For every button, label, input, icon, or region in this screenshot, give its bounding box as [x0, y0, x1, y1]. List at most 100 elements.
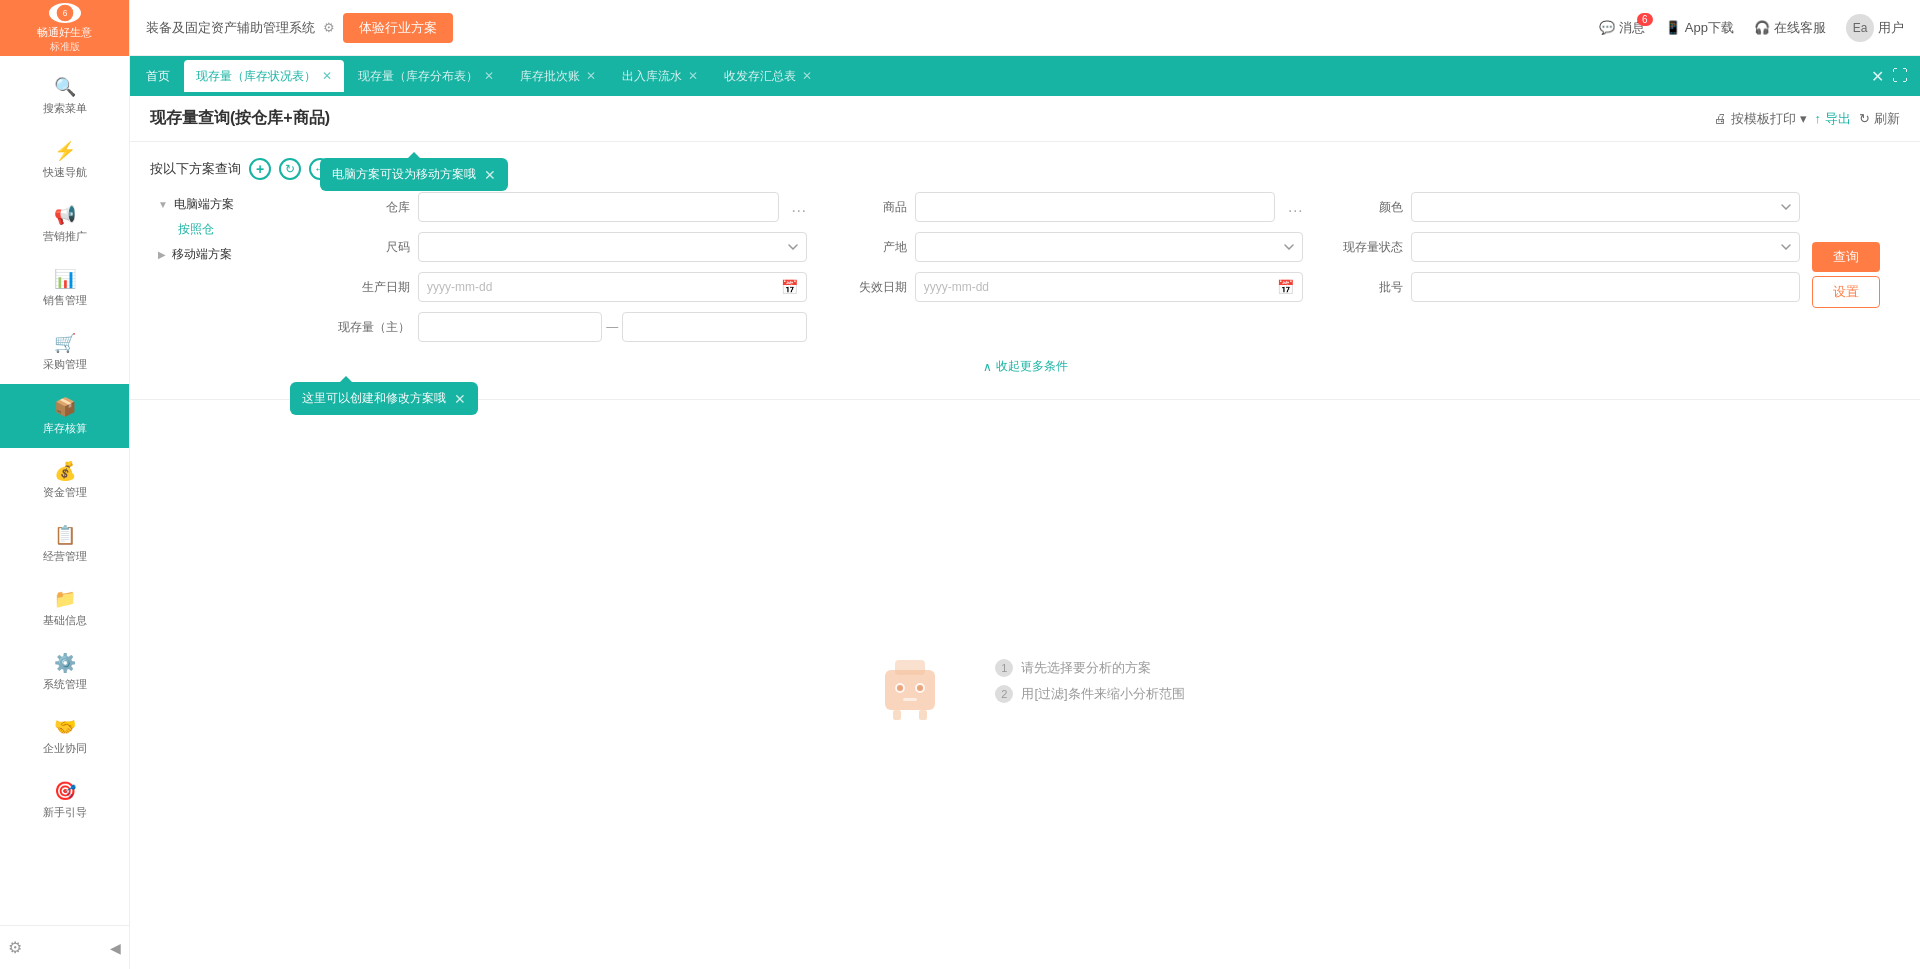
app-version: 标准版	[50, 40, 80, 54]
prod-date-start[interactable]: yyyy-mm-dd 📅	[418, 272, 807, 302]
filter-field-goods: 商品 …	[827, 192, 1304, 222]
tab-close-inventory-status[interactable]: ✕	[322, 69, 332, 83]
expire-date-start[interactable]: yyyy-mm-dd 📅	[915, 272, 1304, 302]
filter-row-1: 仓库 … 商品 … 颜色	[330, 192, 1800, 222]
message-icon: 💬	[1599, 20, 1615, 35]
goods-more-icon[interactable]: …	[1287, 198, 1303, 216]
tab-close-recv-summary[interactable]: ✕	[802, 69, 812, 83]
sidebar-item-marketing[interactable]: 📢 营销推广	[0, 192, 129, 256]
sidebar-item-operations[interactable]: 📋 经营管理	[0, 512, 129, 576]
field-label-stock-status: 现存量状态	[1323, 239, 1403, 256]
tab-recv-summary[interactable]: 收发存汇总表 ✕	[712, 60, 824, 92]
warehouse-more-icon[interactable]: …	[791, 198, 807, 216]
calendar-icon-prod-start: 📅	[781, 279, 798, 295]
filter-header: 按以下方案查询 + ↻ ← 电脑方案可设为移动方案哦 ✕	[150, 158, 1900, 180]
btn-export[interactable]: ↑ 导出	[1815, 110, 1852, 128]
stock-qty-max[interactable]	[622, 312, 806, 342]
export-icon: ↑	[1815, 111, 1822, 126]
tab-inventory-status[interactable]: 现存量（库存状况表） ✕	[184, 60, 344, 92]
svg-point-7	[917, 685, 923, 691]
tab-inventory-dist[interactable]: 现存量（库存分布表） ✕	[346, 60, 506, 92]
origin-select[interactable]	[915, 232, 1304, 262]
filter-fields-container: 仓库 … 商品 … 颜色	[330, 192, 1900, 342]
sidebar-item-guide[interactable]: 🎯 新手引导	[0, 768, 129, 832]
collapse-button[interactable]: ∧ 收起更多条件	[983, 358, 1068, 375]
filter-field-batch: 批号	[1323, 272, 1800, 302]
scheme-mobile[interactable]: ▶ 移动端方案	[150, 242, 310, 267]
stock-status-select[interactable]	[1411, 232, 1800, 262]
btn-industry[interactable]: 体验行业方案	[343, 13, 453, 43]
collapse-row: ∧ 收起更多条件	[150, 350, 1900, 383]
btn-template-print[interactable]: 🖨 按模板打印 ▾	[1714, 110, 1807, 128]
chevron-up-icon: ∧	[983, 360, 992, 374]
warehouse-input[interactable]	[418, 192, 779, 222]
sidebar-item-finance[interactable]: 💰 资金管理	[0, 448, 129, 512]
scheme-pc[interactable]: ▼ 电脑端方案	[150, 192, 310, 217]
stock-qty-min[interactable]	[418, 312, 602, 342]
filter-row-3: 生产日期 yyyy-mm-dd 📅 失效日期 yyyy-mm-dd 📅	[330, 272, 1800, 302]
sidebar-bottom: ⚙ ◀	[0, 925, 129, 969]
btn-reset[interactable]: 设置	[1812, 276, 1880, 308]
tab-inout-flow[interactable]: 出入库流水 ✕	[610, 60, 710, 92]
btn-refresh[interactable]: ↻ 刷新	[1859, 110, 1900, 128]
tab-close-batch-account[interactable]: ✕	[586, 69, 596, 83]
tab-expand[interactable]: ⛶	[1892, 67, 1908, 85]
mobile-icon: 📱	[1665, 20, 1681, 35]
tab-close-inout-flow[interactable]: ✕	[688, 69, 698, 83]
collapse-sidebar-icon[interactable]: ◀	[110, 940, 121, 956]
filter-field-expire-date: 失效日期 yyyy-mm-dd 📅	[827, 272, 1304, 302]
svg-rect-2	[885, 670, 935, 710]
settings-dropdown-icon[interactable]: ⚙	[323, 20, 335, 35]
settings-icon[interactable]: ⚙	[8, 938, 22, 957]
filter-label: 按以下方案查询	[150, 160, 241, 178]
sidebar-item-purchase[interactable]: 🛒 采购管理	[0, 320, 129, 384]
svg-point-6	[897, 685, 903, 691]
page-title: 现存量查询(按仓库+商品)	[150, 108, 330, 129]
chevron-down-icon: ▾	[1800, 111, 1807, 126]
sidebar-item-search[interactable]: 🔍 搜索菜单	[0, 64, 129, 128]
support-button[interactable]: 🎧 在线客服	[1754, 19, 1826, 37]
svg-rect-10	[919, 710, 927, 720]
empty-content: 1 请先选择要分析的方案 2 用[过滤]条件来缩小分析范围	[865, 640, 1184, 730]
tab-batch-account[interactable]: 库存批次账 ✕	[508, 60, 608, 92]
scheme-pc-default[interactable]: 按照仓	[150, 217, 310, 242]
action-buttons: 查询 设置	[1812, 242, 1880, 308]
batch-input[interactable]	[1411, 272, 1800, 302]
size-select[interactable]	[418, 232, 807, 262]
stock-qty-range: —	[418, 312, 807, 342]
filter-add-button[interactable]: +	[249, 158, 271, 180]
tooltip1-close[interactable]: ✕	[484, 167, 496, 183]
scheme-tree: ▼ 电脑端方案 按照仓 ▶ 移动端方案	[150, 192, 330, 342]
tab-close-inventory-dist[interactable]: ✕	[484, 69, 494, 83]
gear-icon: ⚙️	[54, 652, 76, 674]
tabbar: 首页 现存量（库存状况表） ✕ 现存量（库存分布表） ✕ 库存批次账 ✕ 出入库…	[130, 56, 1920, 96]
sidebar-item-system[interactable]: ⚙️ 系统管理	[0, 640, 129, 704]
sidebar-item-enterprise[interactable]: 🤝 企业协同	[0, 704, 129, 768]
tooltip2-close[interactable]: ✕	[454, 391, 466, 407]
sidebar-item-inventory[interactable]: 📦 库存核算	[0, 384, 129, 448]
filter-row-4: 现存量（主） —	[330, 312, 1800, 342]
app-download-button[interactable]: 📱 App下载	[1665, 19, 1734, 37]
empty-state: 1 请先选择要分析的方案 2 用[过滤]条件来缩小分析范围	[130, 400, 1920, 969]
topbar: 装备及固定资产辅助管理系统 ⚙ 体验行业方案 💬 消息 6 📱 App下载 🎧 …	[130, 0, 1920, 56]
app-logo: 6 畅通好生意 标准版	[0, 0, 129, 56]
goods-input[interactable]	[915, 192, 1276, 222]
tab-home[interactable]: 首页	[134, 60, 182, 92]
calendar-icon-expire-start: 📅	[1277, 279, 1294, 295]
color-select[interactable]	[1411, 192, 1800, 222]
clipboard-icon: 📋	[54, 524, 76, 546]
sidebar-item-quick-nav[interactable]: ⚡ 快速导航	[0, 128, 129, 192]
sidebar-item-basic[interactable]: 📁 基础信息	[0, 576, 129, 640]
tab-close-all[interactable]: ✕	[1871, 67, 1884, 86]
megaphone-icon: 📢	[54, 204, 76, 226]
box-icon: 📦	[54, 396, 76, 418]
field-label-stock-qty: 现存量（主）	[330, 319, 410, 336]
sidebar-item-sales[interactable]: 📊 销售管理	[0, 256, 129, 320]
messages-button[interactable]: 💬 消息 6	[1599, 19, 1645, 37]
topbar-right: 💬 消息 6 📱 App下载 🎧 在线客服 Ea 用户	[1599, 14, 1904, 42]
filter-refresh-button[interactable]: ↻	[279, 158, 301, 180]
message-badge: 6	[1637, 13, 1653, 26]
user-menu[interactable]: Ea 用户	[1846, 14, 1904, 42]
btn-search[interactable]: 查询	[1812, 242, 1880, 272]
tooltip-create-scheme: 这里可以创建和修改方案哦 ✕	[290, 382, 478, 415]
